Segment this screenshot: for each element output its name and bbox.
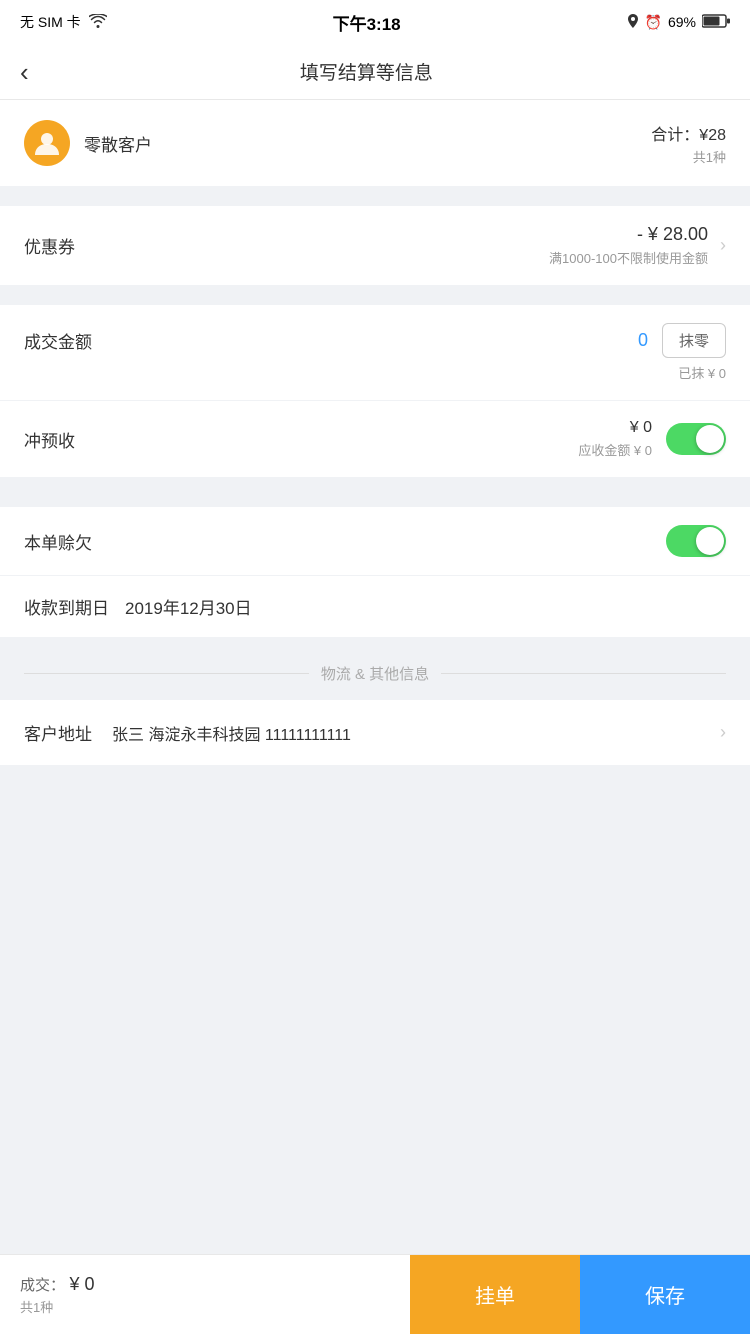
bottom-buttons: 挂单 保存 bbox=[410, 1255, 750, 1334]
address-section[interactable]: 客户地址 张三 海淀永丰科技园 11111111111 › bbox=[0, 700, 750, 765]
credit-section: 本单赊欠 收款到期日 2019年12月30日 bbox=[0, 507, 750, 637]
page-title: 填写结算等信息 bbox=[49, 58, 684, 85]
deal-amount-row: 成交金额 0 抹零 已抹 ¥ 0 bbox=[0, 305, 750, 401]
customer-name: 零散客户 bbox=[84, 131, 152, 156]
battery-percent: 69% bbox=[668, 14, 696, 30]
divider2 bbox=[0, 295, 750, 305]
bottom-bar: 成交： ¥ 0 共1种 挂单 保存 bbox=[0, 1254, 750, 1334]
customer-count: 共1种 bbox=[651, 147, 726, 166]
deal-amount-section: 成交金额 0 抹零 已抹 ¥ 0 冲预收 ¥ 0 应收金额 ¥ 0 bbox=[0, 305, 750, 477]
customer-left: 零散客户 bbox=[24, 120, 152, 166]
round-zero-button[interactable]: 抹零 bbox=[662, 323, 726, 358]
prepay-toggle[interactable] bbox=[666, 423, 726, 455]
deal-sub-label: 已抹 ¥ 0 bbox=[24, 363, 726, 382]
avatar bbox=[24, 120, 70, 166]
credit-toggle-thumb bbox=[696, 527, 724, 555]
customer-right: 合计：¥28 共1种 bbox=[651, 121, 726, 166]
prepay-receivable: 应收金额 ¥ 0 bbox=[578, 440, 652, 459]
save-label: 保存 bbox=[645, 1280, 685, 1309]
back-button[interactable]: ‹ bbox=[20, 59, 29, 85]
coupon-value-right: - ¥ 28.00 满1000-100不限制使用金额 › bbox=[75, 224, 726, 267]
coupon-amount: - ¥ 28.00 bbox=[549, 224, 708, 245]
credit-label: 本单赊欠 bbox=[24, 529, 92, 554]
customer-total: 合计：¥28 bbox=[651, 121, 726, 145]
logistics-label: 物流 & 其他信息 bbox=[321, 663, 429, 684]
prepay-val: ¥ 0 bbox=[578, 419, 652, 437]
bottom-deal-label: 成交： bbox=[20, 1277, 65, 1294]
address-value: 张三 海淀永丰科技园 11111111111 bbox=[112, 721, 720, 745]
coupon-section: 优惠券 - ¥ 28.00 满1000-100不限制使用金额 › bbox=[0, 206, 750, 285]
status-time: 下午3:18 bbox=[333, 10, 401, 35]
coupon-desc: 满1000-100不限制使用金额 bbox=[549, 248, 708, 267]
due-date-value: 2019年12月30日 bbox=[125, 594, 252, 619]
alarm-icon: ⏰ bbox=[645, 14, 662, 31]
customer-section: 零散客户 合计：¥28 共1种 bbox=[0, 100, 750, 186]
bottom-count: 共1种 bbox=[20, 1297, 390, 1316]
divider3 bbox=[0, 487, 750, 497]
status-bar: 无 SIM 卡 下午3:18 ⏰ 69% bbox=[0, 0, 750, 44]
bottom-info: 成交： ¥ 0 共1种 bbox=[0, 1274, 410, 1316]
coupon-chevron-right-icon: › bbox=[720, 235, 726, 256]
bottom-deal-amount: ¥ 0 bbox=[69, 1274, 94, 1294]
deal-row1: 成交金额 0 抹零 bbox=[24, 323, 726, 358]
wifi-icon bbox=[89, 14, 107, 31]
bottom-deal-row: 成交： ¥ 0 bbox=[20, 1274, 390, 1295]
coupon-value: - ¥ 28.00 满1000-100不限制使用金额 bbox=[549, 224, 708, 267]
deal-amount-value[interactable]: 0 bbox=[618, 330, 648, 351]
empty-area bbox=[0, 765, 750, 945]
prepay-right: ¥ 0 应收金额 ¥ 0 bbox=[578, 419, 726, 459]
prepay-row: 冲预收 ¥ 0 应收金额 ¥ 0 bbox=[0, 401, 750, 477]
hang-order-label: 挂单 bbox=[475, 1280, 515, 1309]
due-date-row[interactable]: 收款到期日 2019年12月30日 bbox=[0, 575, 750, 637]
nav-bar: ‹ 填写结算等信息 bbox=[0, 44, 750, 100]
toggle-thumb bbox=[696, 425, 724, 453]
hang-order-button[interactable]: 挂单 bbox=[410, 1255, 580, 1334]
status-right: ⏰ 69% bbox=[627, 14, 730, 31]
battery-icon bbox=[702, 14, 730, 31]
status-left: 无 SIM 卡 bbox=[20, 12, 107, 32]
no-sim-text: 无 SIM 卡 bbox=[20, 12, 81, 32]
credit-row: 本单赊欠 bbox=[0, 507, 750, 575]
coupon-label: 优惠券 bbox=[24, 233, 75, 258]
prepay-amount: ¥ 0 应收金额 ¥ 0 bbox=[578, 419, 652, 459]
deal-right1: 0 抹零 bbox=[618, 323, 726, 358]
location-icon bbox=[627, 14, 639, 31]
coupon-row[interactable]: 优惠券 - ¥ 28.00 满1000-100不限制使用金额 › bbox=[0, 206, 750, 285]
due-date-label: 收款到期日 bbox=[24, 594, 109, 619]
save-button[interactable]: 保存 bbox=[580, 1255, 750, 1334]
credit-toggle[interactable] bbox=[666, 525, 726, 557]
address-chevron-right-icon: › bbox=[720, 722, 726, 743]
address-label: 客户地址 bbox=[24, 720, 92, 745]
prepay-row1: 冲预收 ¥ 0 应收金额 ¥ 0 bbox=[24, 419, 726, 459]
logistics-header: 物流 & 其他信息 bbox=[0, 647, 750, 700]
deal-label: 成交金额 bbox=[24, 328, 92, 353]
prepay-label: 冲预收 bbox=[24, 427, 75, 452]
content: 零散客户 合计：¥28 共1种 优惠券 - ¥ 28.00 满1000-100不… bbox=[0, 100, 750, 1025]
divider1 bbox=[0, 196, 750, 206]
